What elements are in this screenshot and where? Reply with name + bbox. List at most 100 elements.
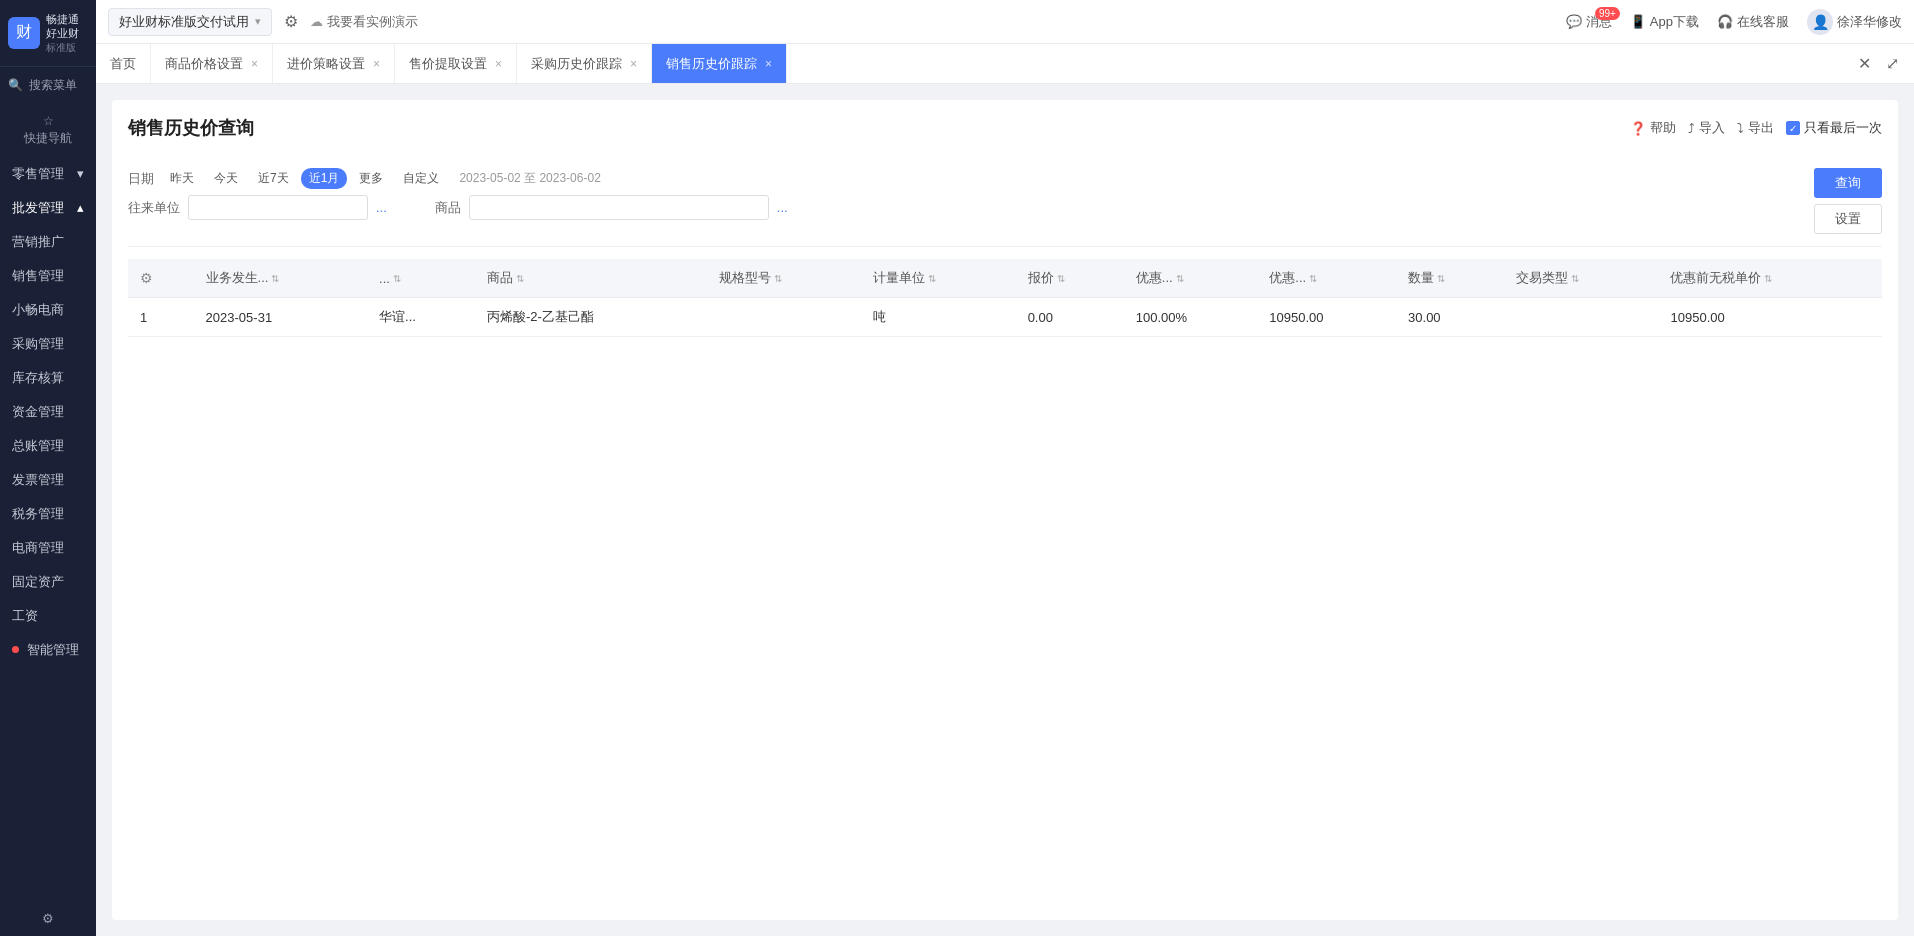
messages-button[interactable]: 💬 消息 99+ bbox=[1566, 13, 1612, 31]
help-link[interactable]: ❓ 帮助 bbox=[1630, 119, 1676, 137]
source-more-button[interactable]: ... bbox=[376, 200, 387, 215]
messages-badge: 99+ bbox=[1595, 7, 1620, 20]
th-unit[interactable]: 计量单位 ⇅ bbox=[861, 259, 1015, 298]
user-menu-button[interactable]: 👤 徐泽华修改 bbox=[1807, 9, 1902, 35]
date-option-last7[interactable]: 近7天 bbox=[250, 168, 297, 189]
sidebar-item-purchase[interactable]: 采购管理 bbox=[0, 327, 96, 361]
module-selector[interactable]: 好业财标准版交付试用 ▾ bbox=[108, 8, 272, 36]
import-icon: ⤴ bbox=[1688, 121, 1695, 136]
tab-purchase-strategy[interactable]: 进价策略设置 × bbox=[273, 44, 395, 84]
tab-product-price[interactable]: 商品价格设置 × bbox=[151, 44, 273, 84]
th-trans-type[interactable]: 交易类型 ⇅ bbox=[1504, 259, 1658, 298]
topbar: 好业财标准版交付试用 ▾ ⚙ ☁ 我要看实例演示 💬 消息 99+ 📱 App下… bbox=[96, 0, 1914, 44]
date-option-custom[interactable]: 自定义 bbox=[395, 168, 447, 189]
tab-close-sales-history[interactable]: × bbox=[765, 57, 772, 71]
online-service-button[interactable]: 🎧 在线客服 bbox=[1717, 13, 1789, 31]
th-price[interactable]: 报价 ⇅ bbox=[1016, 259, 1124, 298]
date-option-yesterday[interactable]: 昨天 bbox=[162, 168, 202, 189]
sort-icon: ⇅ bbox=[516, 273, 524, 284]
page-actions: ❓ 帮助 ⤴ 导入 ⤵ 导出 ✓ 只看最后一次 bbox=[1630, 119, 1882, 137]
sidebar-item-ledger[interactable]: 总账管理 bbox=[0, 429, 96, 463]
app-download-button[interactable]: 📱 App下载 bbox=[1630, 13, 1699, 31]
app-logo-icon: 财 bbox=[8, 17, 40, 49]
sidebar: 财 畅捷通好业财 标准版 🔍 搜索菜单 ☆ 快捷导航 零售管理 ▾ 批发管理 ▴… bbox=[0, 0, 96, 936]
sort-icon: ⇅ bbox=[393, 273, 401, 284]
import-link[interactable]: ⤴ 导入 bbox=[1688, 119, 1725, 137]
sidebar-item-salary[interactable]: 工资 bbox=[0, 599, 96, 633]
date-option-last1m[interactable]: 近1月 bbox=[301, 168, 348, 189]
product-more-button[interactable]: ... bbox=[777, 200, 788, 215]
maximize-window-button[interactable]: ⤢ bbox=[1880, 52, 1904, 76]
date-option-more[interactable]: 更多 bbox=[351, 168, 391, 189]
sort-icon: ⇅ bbox=[1057, 273, 1065, 284]
sort-icon: ⇅ bbox=[928, 273, 936, 284]
source-filter-input[interactable] bbox=[188, 195, 368, 220]
query-button[interactable]: 查询 bbox=[1814, 168, 1882, 198]
sort-icon: ⇅ bbox=[1176, 273, 1184, 284]
sidebar-item-marketing[interactable]: 营销推广 bbox=[0, 225, 96, 259]
sidebar-search[interactable]: 🔍 搜索菜单 bbox=[0, 67, 96, 104]
window-controls: ✕ ⤢ bbox=[1842, 52, 1914, 76]
chevron-up-icon: ▴ bbox=[77, 200, 84, 215]
page-header: 销售历史价查询 ❓ 帮助 ⤴ 导入 ⤵ 导出 ✓ bbox=[128, 116, 1882, 140]
date-options: 昨天 今天 近7天 近1月 更多 自定义 bbox=[162, 168, 447, 189]
sort-icon: ⇅ bbox=[1571, 273, 1579, 284]
demo-link[interactable]: ☁ 我要看实例演示 bbox=[310, 13, 418, 31]
sidebar-item-tax[interactable]: 税务管理 bbox=[0, 497, 96, 531]
table-row[interactable]: 1 2023-05-31 华谊... 丙烯酸-2-乙基己酯 吨 0.00 100… bbox=[128, 298, 1882, 337]
close-window-button[interactable]: ✕ bbox=[1852, 52, 1876, 76]
headset-icon: 🎧 bbox=[1717, 14, 1733, 29]
th-settings[interactable]: ⚙ bbox=[128, 259, 194, 298]
cell-source: 华谊... bbox=[367, 298, 475, 337]
module-settings-button[interactable]: ⚙ bbox=[284, 12, 298, 31]
tab-sales-history[interactable]: 销售历史价跟踪 × bbox=[652, 44, 787, 84]
th-spec[interactable]: 规格型号 ⇅ bbox=[707, 259, 861, 298]
tab-purchase-history[interactable]: 采购历史价跟踪 × bbox=[517, 44, 652, 84]
cell-product: 丙烯酸-2-乙基己酯 bbox=[475, 298, 707, 337]
page-content: 销售历史价查询 ❓ 帮助 ⤴ 导入 ⤵ 导出 ✓ bbox=[96, 84, 1914, 936]
date-filter-row: 日期 昨天 今天 近7天 近1月 更多 自定义 2023-05-02 至 202… bbox=[128, 168, 1794, 189]
settings-button[interactable]: 设置 bbox=[1814, 204, 1882, 234]
th-discount1[interactable]: 优惠... ⇅ bbox=[1124, 259, 1258, 298]
sidebar-item-smart[interactable]: 智能管理 bbox=[0, 633, 96, 667]
tab-close-purchase-history[interactable]: × bbox=[630, 57, 637, 71]
sidebar-item-finance[interactable]: 资金管理 bbox=[0, 395, 96, 429]
sidebar-settings-button[interactable]: ⚙ bbox=[0, 901, 96, 936]
source-filter-row: 往来单位 ... 商品 ... bbox=[128, 195, 1794, 220]
sort-icon: ⇅ bbox=[1309, 273, 1317, 284]
tab-home[interactable]: 首页 bbox=[96, 44, 151, 84]
cloud-icon: ☁ bbox=[310, 14, 323, 29]
th-product[interactable]: 商品 ⇅ bbox=[475, 259, 707, 298]
sidebar-item-invoice[interactable]: 发票管理 bbox=[0, 463, 96, 497]
export-link[interactable]: ⤵ 导出 bbox=[1737, 119, 1774, 137]
cell-trans-type bbox=[1504, 298, 1658, 337]
cell-discount1: 100.00% bbox=[1124, 298, 1258, 337]
sort-icon: ⇅ bbox=[1764, 273, 1772, 284]
sidebar-item-assets[interactable]: 固定资产 bbox=[0, 565, 96, 599]
th-biz-date[interactable]: 业务发生... ⇅ bbox=[194, 259, 368, 298]
th-dots[interactable]: ... ⇅ bbox=[367, 259, 475, 298]
sidebar-item-wholesale[interactable]: 批发管理 ▴ bbox=[0, 191, 96, 225]
tab-close-product-price[interactable]: × bbox=[251, 57, 258, 71]
th-discount2[interactable]: 优惠... ⇅ bbox=[1257, 259, 1396, 298]
help-icon: ❓ bbox=[1630, 121, 1646, 136]
sidebar-item-ecommerce[interactable]: 电商管理 bbox=[0, 531, 96, 565]
cell-spec bbox=[707, 298, 861, 337]
sidebar-item-quicknav[interactable]: ☆ 快捷导航 bbox=[0, 104, 96, 157]
only-last-checkbox[interactable]: ✓ 只看最后一次 bbox=[1786, 119, 1882, 137]
sidebar-item-sales[interactable]: 销售管理 bbox=[0, 259, 96, 293]
page-title: 销售历史价查询 bbox=[128, 116, 254, 140]
sidebar-item-ecommerce-small[interactable]: 小畅电商 bbox=[0, 293, 96, 327]
tab-sale-extract[interactable]: 售价提取设置 × bbox=[395, 44, 517, 84]
product-filter-input[interactable] bbox=[469, 195, 769, 220]
th-pre-tax-price[interactable]: 优惠前无税单价 ⇅ bbox=[1658, 259, 1882, 298]
tab-close-sale-extract[interactable]: × bbox=[495, 57, 502, 71]
sidebar-item-retail[interactable]: 零售管理 ▾ bbox=[0, 157, 96, 191]
th-quantity[interactable]: 数量 ⇅ bbox=[1396, 259, 1504, 298]
gear-icon[interactable]: ⚙ bbox=[140, 270, 153, 286]
date-option-today[interactable]: 今天 bbox=[206, 168, 246, 189]
sidebar-item-inventory[interactable]: 库存核算 bbox=[0, 361, 96, 395]
quicknav-icon: ☆ bbox=[43, 114, 54, 128]
date-range-display: 2023-05-02 至 2023-06-02 bbox=[459, 170, 600, 187]
tab-close-purchase-strategy[interactable]: × bbox=[373, 57, 380, 71]
